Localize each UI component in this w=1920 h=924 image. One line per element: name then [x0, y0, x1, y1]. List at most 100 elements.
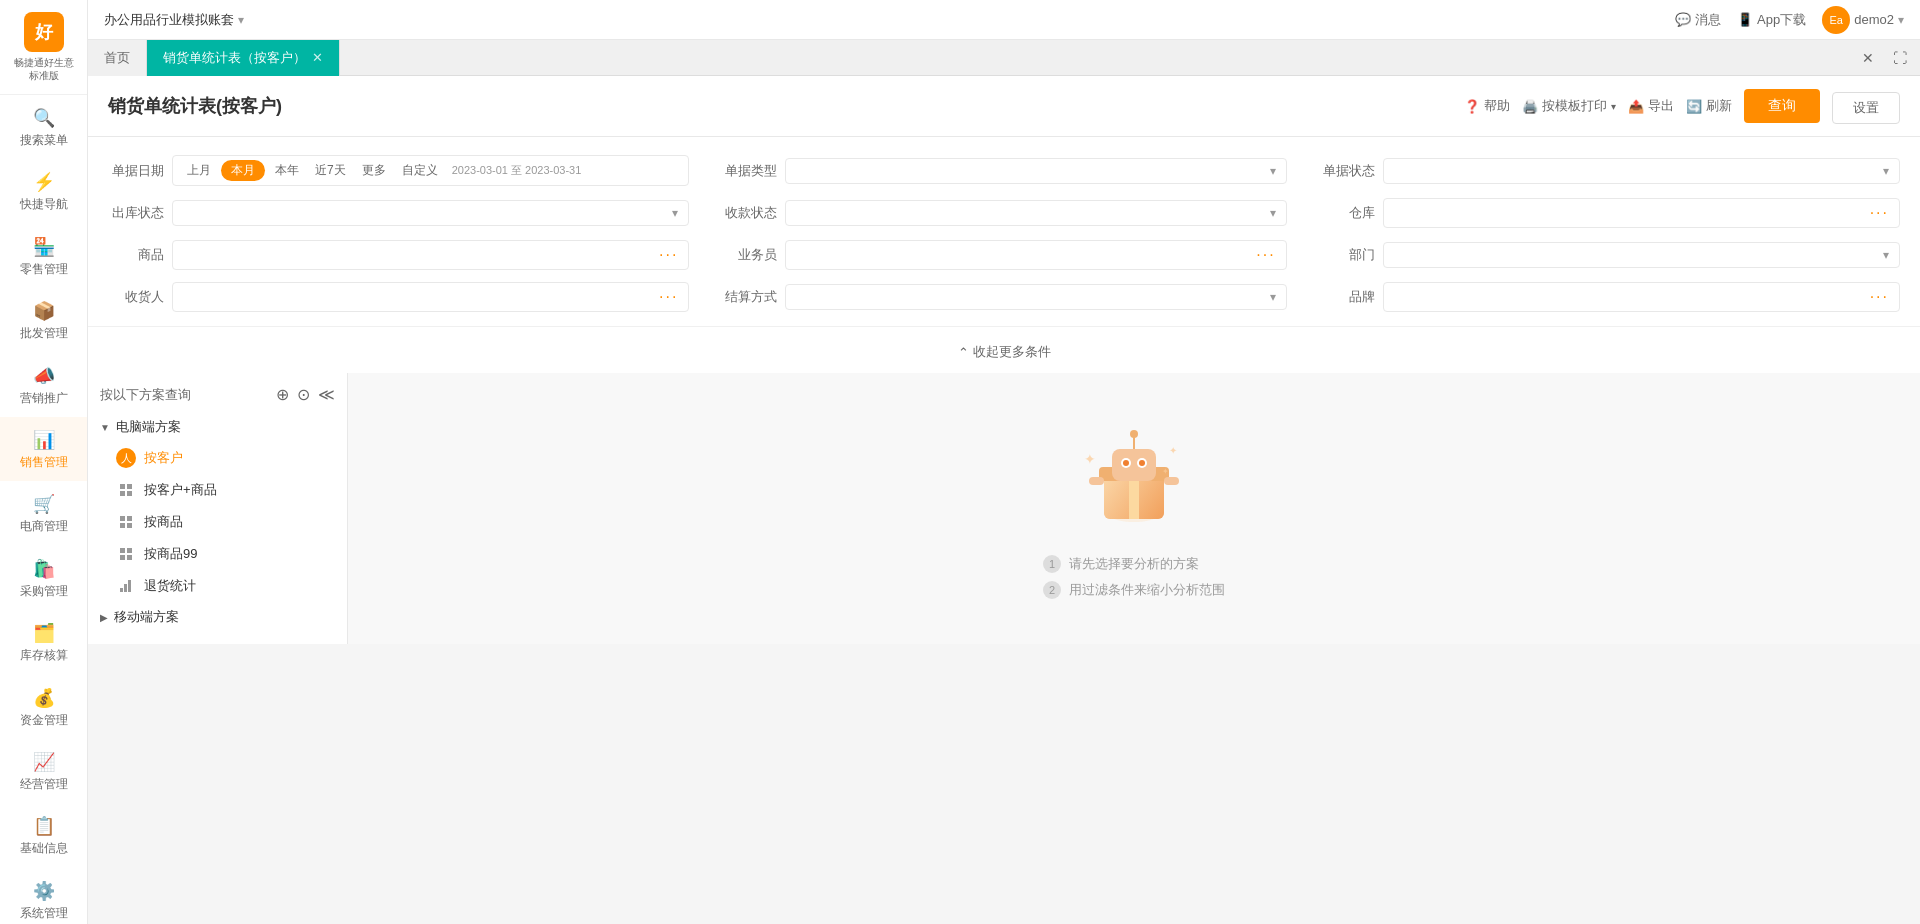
filter-warehouse-control[interactable]: ···	[1383, 198, 1900, 228]
filter-settlement-control[interactable]: ▾	[785, 284, 1286, 310]
sidebar-finance-label: 资金管理	[20, 713, 68, 727]
filter-row-3: 商品 ··· 业务员 ··· 部门 ▾	[88, 234, 1920, 276]
right-content: ✦ ✦ ✦ 1 请先选择要分析的方案	[348, 373, 1920, 644]
date-opt-more[interactable]: 更多	[356, 160, 392, 181]
chevron-right-icon: ▶	[100, 612, 108, 623]
tab-home[interactable]: 首页	[88, 40, 147, 76]
svg-rect-20	[1112, 449, 1156, 481]
svg-rect-10	[120, 555, 125, 560]
svg-text:✦: ✦	[1169, 445, 1177, 456]
filter-doctype-label: 单据类型	[721, 162, 777, 180]
tab-bar: 首页 销货单统计表（按客户） ✕ ✕ ⛶	[88, 40, 1920, 76]
query-btn[interactable]: 查询	[1744, 89, 1820, 123]
filter-receiptstatus-control[interactable]: ▾	[785, 200, 1286, 226]
breadcrumb-text: 办公用品行业模拟账套	[104, 11, 234, 29]
sidebar-item-inventory[interactable]: 🗂️ 库存核算	[0, 610, 87, 674]
svg-text:✦: ✦	[1162, 467, 1169, 476]
filter-settlement-label: 结算方式	[721, 288, 777, 306]
sidebar-item-retail[interactable]: 🏪 零售管理	[0, 224, 87, 288]
app-download-btn[interactable]: 📱 App下载	[1737, 11, 1806, 29]
filter-date-label: 单据日期	[108, 162, 164, 180]
scheme-item-by-customer-goods[interactable]: 按客户+商品	[88, 474, 347, 506]
scheme-item-by-goods[interactable]: 按商品	[88, 506, 347, 538]
svg-rect-7	[127, 523, 132, 528]
template-print-btn[interactable]: 🖨️ 按模板打印 ▾	[1522, 97, 1616, 115]
purchase-icon: 🛍️	[33, 558, 55, 580]
filter-goods-control[interactable]: ···	[172, 240, 689, 270]
settings-btn[interactable]: 设置	[1832, 92, 1900, 124]
svg-rect-5	[127, 516, 132, 521]
export-btn[interactable]: 📤 导出	[1628, 97, 1674, 115]
sidebar-item-sales[interactable]: 📊 销售管理	[0, 417, 87, 481]
sidebar-retail-label: 零售管理	[20, 262, 68, 276]
filter-receiver-control[interactable]: ···	[172, 282, 689, 312]
sidebar-wholesale-label: 批发管理	[20, 326, 68, 340]
goods-dots: ···	[659, 246, 678, 264]
filter-receiver-label: 收货人	[108, 288, 164, 306]
sidebar-item-marketing[interactable]: 📣 营销推广	[0, 353, 87, 417]
breadcrumb-dropdown[interactable]: 办公用品行业模拟账套 ▾	[104, 11, 244, 29]
scheme-item-return-stats[interactable]: 退货统计	[88, 570, 347, 602]
mobile-scheme-group-header[interactable]: ▶ 移动端方案	[88, 602, 347, 632]
refresh-scheme-btn[interactable]: ⊙	[297, 385, 310, 404]
sidebar-marketing-label: 营销推广	[20, 391, 68, 405]
sidebar-item-system[interactable]: ⚙️ 系统管理	[0, 868, 87, 924]
desktop-scheme-group: ▼ 电脑端方案 人 按客户 按客户+商品	[88, 412, 347, 602]
tab-sales-stats[interactable]: 销货单统计表（按客户） ✕	[147, 40, 340, 76]
refresh-btn[interactable]: 🔄 刷新	[1686, 97, 1732, 115]
desktop-scheme-group-header[interactable]: ▼ 电脑端方案	[88, 412, 347, 442]
sidebar-item-operations[interactable]: 📈 经营管理	[0, 739, 87, 803]
sidebar-inventory-label: 库存核算	[20, 648, 68, 662]
collapse-panel-btn[interactable]: ≪	[318, 385, 335, 404]
filter-outstatus-control[interactable]: ▾	[172, 200, 689, 226]
svg-rect-9	[127, 548, 132, 553]
filter-goods-cell: 商品 ···	[108, 234, 705, 276]
sidebar-item-basic[interactable]: 📋 基础信息	[0, 803, 87, 867]
sidebar-item-purchase[interactable]: 🛍️ 采购管理	[0, 546, 87, 610]
scheme-item-by-goods-99[interactable]: 按商品99	[88, 538, 347, 570]
empty-tip-1: 1 请先选择要分析的方案	[1043, 555, 1225, 573]
svg-rect-3	[127, 491, 132, 496]
user-menu[interactable]: Ea demo2 ▾	[1822, 6, 1904, 34]
date-opt-custom[interactable]: 自定义	[396, 160, 444, 181]
help-btn[interactable]: ❓ 帮助	[1464, 97, 1510, 115]
close-window-btn[interactable]: ✕	[1856, 46, 1880, 70]
collapse-btn[interactable]: ⌃ 收起更多条件	[108, 335, 1900, 361]
date-opt-prev-month[interactable]: 上月	[181, 160, 217, 181]
scheme-item-by-customer[interactable]: 人 按客户	[88, 442, 347, 474]
filter-salesperson-control[interactable]: ···	[785, 240, 1286, 270]
logo-text: 畅捷通好生意 标准版	[14, 56, 74, 82]
filter-date-control[interactable]: 上月 本月 本年 近7天 更多 自定义 2023-03-01 至 2023-03…	[172, 155, 689, 186]
left-panel: 按以下方案查询 ⊕ ⊙ ≪ ▼ 电脑端方案 人	[88, 373, 348, 644]
filter-doctype-control[interactable]: ▾	[785, 158, 1286, 184]
maximize-window-btn[interactable]: ⛶	[1888, 46, 1912, 70]
filter-department-cell: 部门 ▾	[1303, 234, 1900, 276]
message-btn[interactable]: 💬 消息	[1675, 11, 1721, 29]
svg-rect-6	[120, 523, 125, 528]
top-header: 办公用品行业模拟账套 ▾ 💬 消息 📱 App下载 Ea demo2 ▾	[88, 0, 1920, 40]
sidebar-sales-label: 销售管理	[20, 455, 68, 469]
filter-department-control[interactable]: ▾	[1383, 242, 1900, 268]
triangle-down-icon: ▼	[100, 422, 110, 433]
add-scheme-btn[interactable]: ⊕	[276, 385, 289, 404]
date-opt-current-year[interactable]: 本年	[269, 160, 305, 181]
page-header: 销货单统计表(按客户) ❓ 帮助 🖨️ 按模板打印 ▾ 📤 导出 🔄 刷新	[88, 76, 1920, 137]
filter-docstatus-control[interactable]: ▾	[1383, 158, 1900, 184]
date-opt-7days[interactable]: 近7天	[309, 160, 352, 181]
left-panel-actions: ⊕ ⊙ ≪	[276, 385, 335, 404]
tab-close-btn[interactable]: ✕	[312, 50, 323, 65]
sidebar-item-ecommerce[interactable]: 🛒 电商管理	[0, 481, 87, 545]
sidebar-item-search[interactable]: 🔍 搜索菜单	[0, 95, 87, 159]
svg-point-24	[1139, 460, 1145, 466]
sidebar-item-quicknav[interactable]: ⚡ 快捷导航	[0, 159, 87, 223]
date-opt-current-month[interactable]: 本月	[221, 160, 265, 181]
search-icon: 🔍	[33, 107, 55, 129]
export-icon: 📤	[1628, 99, 1644, 114]
sidebar-item-wholesale[interactable]: 📦 批发管理	[0, 288, 87, 352]
sidebar-item-finance[interactable]: 💰 资金管理	[0, 675, 87, 739]
filter-row-2: 出库状态 ▾ 收款状态 ▾ 仓库 ···	[88, 192, 1920, 234]
filter-brand-control[interactable]: ···	[1383, 282, 1900, 312]
filter-settlement-cell: 结算方式 ▾	[705, 276, 1302, 318]
sidebar-quicknav-label: 快捷导航	[20, 197, 68, 211]
by-customer-goods-icon	[116, 480, 136, 500]
